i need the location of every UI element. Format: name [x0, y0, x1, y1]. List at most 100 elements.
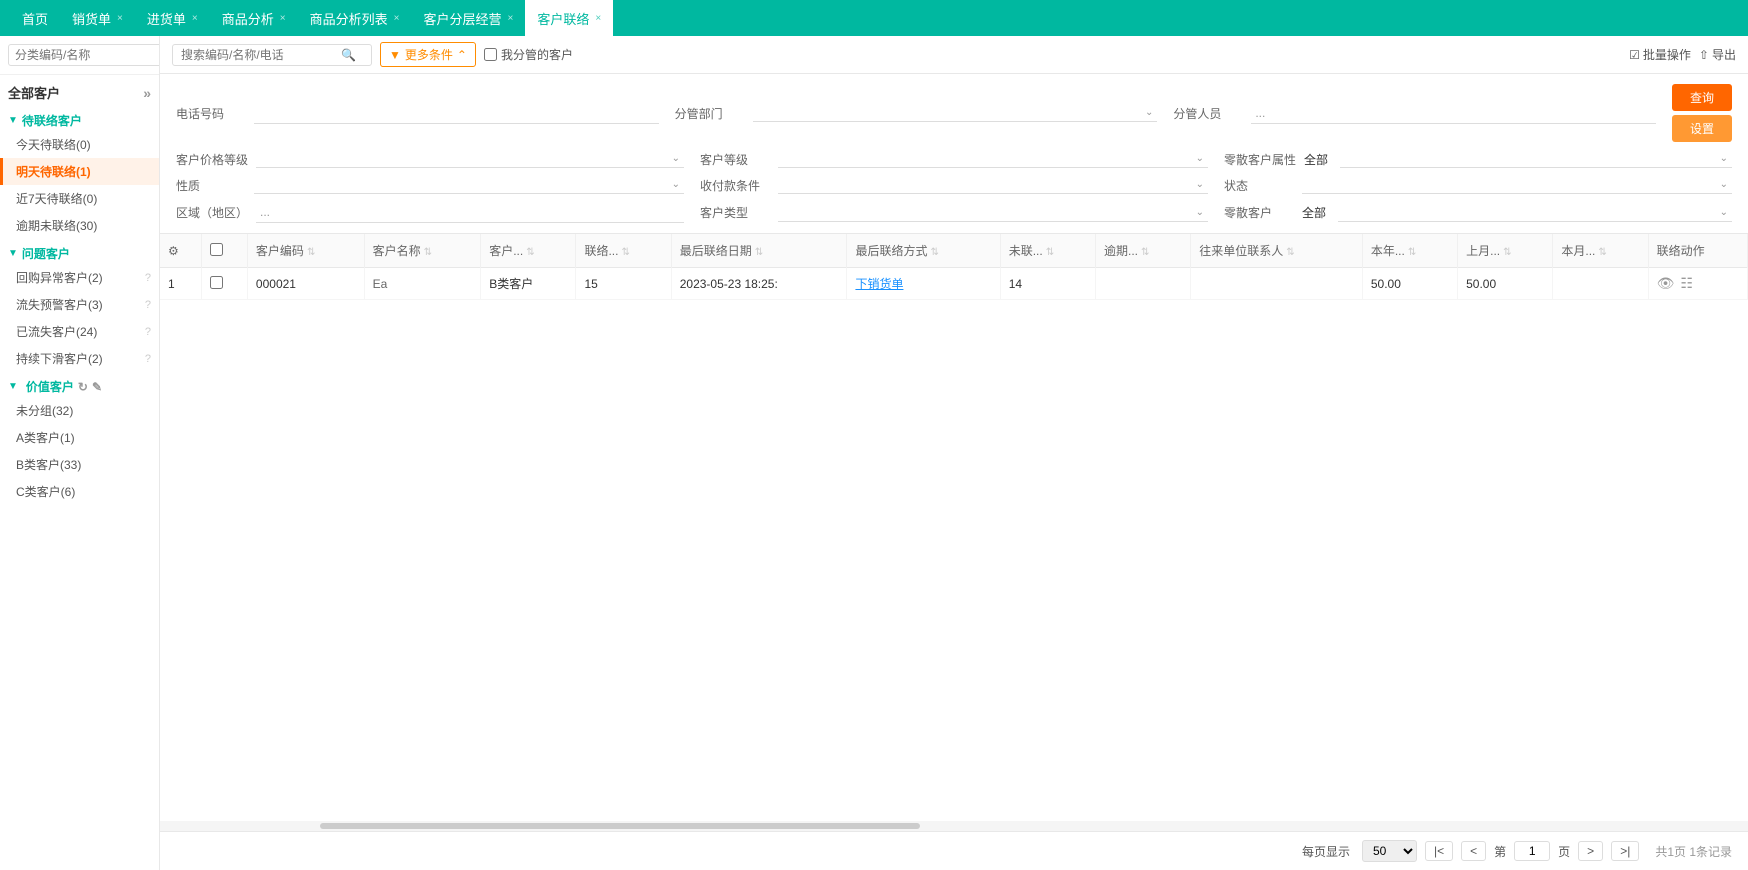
sort-icon: ⇅ [930, 247, 938, 258]
price-level-select[interactable]: ⌄ [256, 150, 684, 168]
nav-purchase[interactable]: 进货单 × [135, 0, 210, 36]
sort-icon: ⇅ [1141, 247, 1149, 258]
main-content: 🔍 ▼ 更多条件 ⌃ 我分管的客户 ☑ 批量操作 ⇧ 导出 [160, 36, 1748, 870]
dept-select[interactable]: ⌄ [753, 104, 1158, 122]
prev-page-btn[interactable]: < [1461, 841, 1486, 861]
nav-sales[interactable]: 销货单 × [60, 0, 135, 36]
table-area: ⚙ 客户编码⇅ 客户名称⇅ 客户...⇅ 联络...⇅ 最后联络日期⇅ 最后联络… [160, 234, 1748, 821]
col-unit-contact: 往来单位联系人⇅ [1191, 234, 1363, 268]
nature-select[interactable]: ⌄ [254, 176, 684, 194]
grid-icon[interactable]: ☷ [1680, 275, 1693, 292]
filter-row-2: 客户价格等级 ⌄ 客户等级 ⌄ 零散客户属性 全部 [176, 150, 1732, 168]
sidebar-item-today[interactable]: 今天待联络(0) [0, 131, 159, 158]
sidebar-item-overdue[interactable]: 逾期未联络(30) [0, 212, 159, 239]
sidebar-item-churned[interactable]: 已流失客户(24) ? [0, 318, 159, 345]
col-this-year: 本年...⇅ [1362, 234, 1457, 268]
sidebar-item-class-b[interactable]: B类客户(33) [0, 451, 159, 478]
col-gear: ⚙ [160, 234, 202, 268]
settings-button[interactable]: 设置 [1672, 115, 1732, 142]
nav-customer-tier[interactable]: 客户分层经营 × [411, 0, 525, 36]
filter-customer-level: 客户等级 ⌄ [700, 150, 1208, 168]
close-icon[interactable]: × [192, 13, 198, 24]
sort-icon: ⇅ [1503, 247, 1511, 258]
scrollbar-thumb[interactable] [320, 823, 920, 829]
sort-icon: ⇅ [526, 247, 534, 258]
help-icon: ? [145, 299, 151, 311]
sidebar-item-declining[interactable]: 持续下滑客户(2) ? [0, 345, 159, 372]
nav-home[interactable]: 首页 [10, 0, 60, 36]
last-page-btn[interactable]: >| [1611, 841, 1639, 861]
filter-retail-customer: 零散客户 全部 ⌄ [1224, 204, 1732, 222]
status-select[interactable]: ⌄ [1302, 176, 1732, 194]
filter-retail-attr: 零散客户属性 全部 ⌄ [1224, 150, 1732, 168]
customer-level-select[interactable]: ⌄ [778, 150, 1208, 168]
sort-icon: ⇅ [621, 247, 629, 258]
row-customer-code: 000021 [247, 268, 364, 300]
chevron-down-icon: ⌄ [1720, 207, 1728, 218]
close-icon[interactable]: × [280, 13, 286, 24]
sort-icon: ⇅ [1046, 247, 1054, 258]
page-number-input[interactable] [1514, 841, 1550, 861]
close-icon[interactable]: × [595, 13, 601, 24]
sort-icon: ⇅ [424, 247, 432, 258]
nav-customer-contact[interactable]: 客户联络 × [525, 0, 613, 36]
refresh-icon[interactable]: ↻ [78, 380, 88, 394]
sort-icon: ⇅ [1408, 247, 1416, 258]
chevron-down-icon: ⌄ [672, 179, 680, 190]
region-select[interactable]: ... [256, 202, 684, 223]
row-select-checkbox[interactable] [210, 276, 223, 289]
query-button[interactable]: 查询 [1672, 84, 1732, 111]
horizontal-scrollbar[interactable] [160, 821, 1748, 831]
section-pending-contact: 待联络客户 [0, 106, 159, 131]
gear-icon[interactable]: ⚙ [168, 244, 179, 258]
sidebar-item-week[interactable]: 近7天待联络(0) [0, 185, 159, 212]
payment-select[interactable]: ⌄ [778, 176, 1208, 194]
sidebar-search-input[interactable] [8, 44, 160, 66]
search-input[interactable] [181, 48, 341, 62]
row-customer-name: Ea [364, 268, 481, 300]
close-icon[interactable]: × [117, 13, 123, 24]
sidebar-item-tomorrow[interactable]: 明天待联络(1) [0, 158, 159, 185]
sidebar-item-churn-warning[interactable]: 流失预警客户(3) ? [0, 291, 159, 318]
close-icon[interactable]: × [394, 13, 400, 24]
total-text: 共1页 1条记录 [1655, 843, 1732, 860]
col-action: 联络动作 [1648, 234, 1747, 268]
phone-input[interactable] [254, 103, 659, 124]
retail-attr-select[interactable]: ⌄ [1340, 150, 1732, 168]
close-icon[interactable]: × [507, 13, 513, 24]
search-icon[interactable]: 🔍 [341, 48, 356, 62]
retail-customer-select[interactable]: ⌄ [1338, 204, 1732, 222]
contact-method-link[interactable]: 下销货单 [855, 277, 903, 291]
help-icon: ? [145, 326, 151, 338]
sidebar-item-repurchase-abnormal[interactable]: 回购异常客户(2) ? [0, 264, 159, 291]
help-icon: ? [145, 272, 151, 284]
export-btn[interactable]: ⇧ 导出 [1699, 46, 1736, 63]
toolbar-right: ☑ 批量操作 ⇧ 导出 [1629, 46, 1736, 63]
view-icon[interactable]: 👁 [1657, 275, 1675, 292]
help-icon: ? [145, 353, 151, 365]
page-size-select[interactable]: 50 100 200 [1362, 840, 1417, 862]
sidebar-item-class-a[interactable]: A类客户(1) [0, 424, 159, 451]
first-page-btn[interactable]: |< [1425, 841, 1453, 861]
filter-more-btn[interactable]: ▼ 更多条件 ⌃ [380, 42, 476, 67]
batch-op-btn[interactable]: ☑ 批量操作 [1629, 46, 1691, 63]
nav-product-analysis-list[interactable]: 商品分析列表 × [298, 0, 412, 36]
my-customers-checkbox-area[interactable]: 我分管的客户 [484, 46, 573, 63]
edit-icon[interactable]: ✎ [92, 380, 102, 394]
collapse-icon[interactable]: » [143, 85, 151, 101]
pagination: 每页显示 50 100 200 |< < 第 页 > >| 共1页 1条记录 [160, 831, 1748, 870]
row-this-month [1553, 268, 1648, 300]
sidebar-item-ungrouped[interactable]: 未分组(32) [0, 397, 159, 424]
manager-select[interactable]: ... [1251, 103, 1656, 124]
my-customers-checkbox[interactable] [484, 48, 497, 61]
nav-product-analysis[interactable]: 商品分析 × [210, 0, 298, 36]
sort-icon: ⇅ [307, 247, 315, 258]
sort-icon: ⇅ [755, 247, 763, 258]
row-uncontacted: 14 [1000, 268, 1095, 300]
select-all-checkbox[interactable] [210, 243, 223, 256]
sidebar-item-class-c[interactable]: C类客户(6) [0, 478, 159, 505]
col-checkbox [202, 234, 248, 268]
filter-row-3: 性质 ⌄ 收付款条件 ⌄ 状态 [176, 176, 1732, 194]
next-page-btn[interactable]: > [1578, 841, 1603, 861]
customer-type-select[interactable]: ⌄ [778, 204, 1208, 222]
